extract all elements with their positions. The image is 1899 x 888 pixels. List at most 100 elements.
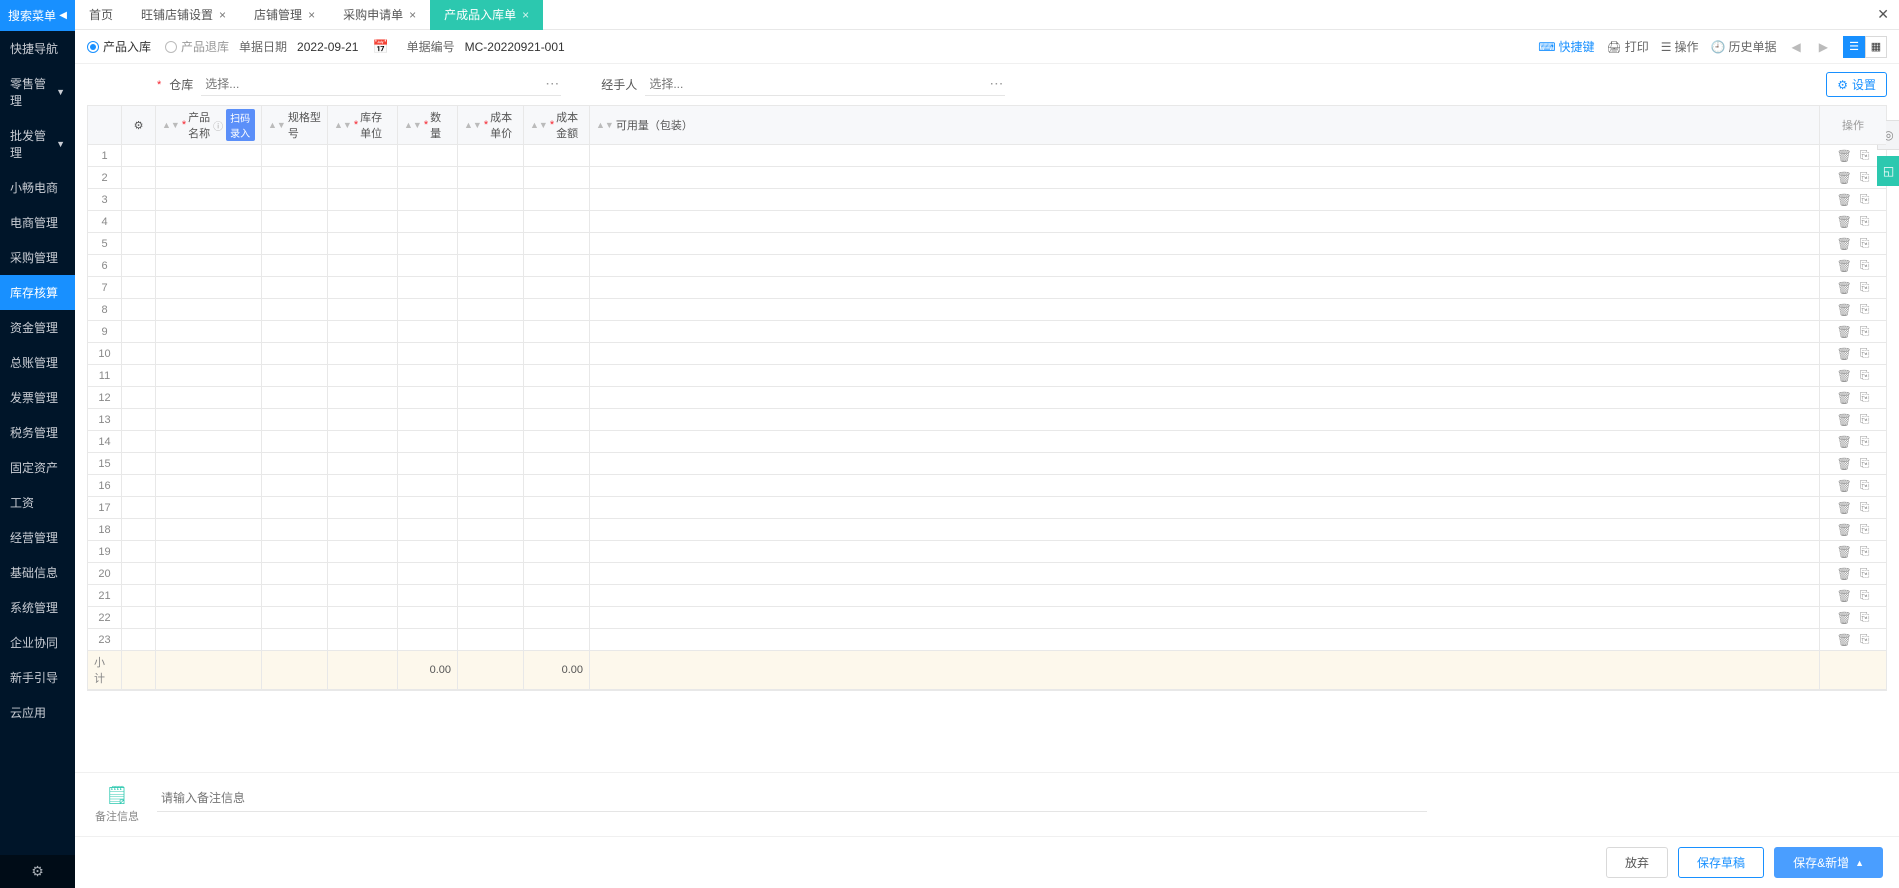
save-draft-button[interactable]: 保存草稿	[1678, 847, 1764, 878]
copy-icon[interactable]: ⎘	[1860, 434, 1870, 449]
settings-button[interactable]: ⚙ 设置	[1826, 72, 1887, 97]
table-row[interactable]: 21🗑⎘	[88, 585, 1886, 607]
prev-doc[interactable]: ◀	[1789, 40, 1804, 54]
col-spec[interactable]: ▲▼规格型号	[262, 106, 328, 144]
tab-3[interactable]: 采购申请单×	[329, 0, 430, 30]
sidebar-item-4[interactable]: 电商管理	[0, 205, 75, 240]
delete-icon[interactable]: 🗑	[1837, 149, 1852, 163]
delete-icon[interactable]: 🗑	[1837, 391, 1852, 405]
col-amount[interactable]: ▲▼*成本金额	[524, 106, 590, 144]
copy-icon[interactable]: ⎘	[1860, 566, 1870, 581]
copy-icon[interactable]: ⎘	[1860, 390, 1870, 405]
copy-icon[interactable]: ⎘	[1860, 148, 1870, 163]
sidebar-item-9[interactable]: 发票管理	[0, 380, 75, 415]
sidebar-item-1[interactable]: 零售管理▼	[0, 66, 75, 118]
next-doc[interactable]: ▶	[1816, 40, 1831, 54]
date-value[interactable]: 2022-09-21	[297, 40, 358, 54]
delete-icon[interactable]: 🗑	[1837, 435, 1852, 449]
table-row[interactable]: 16🗑⎘	[88, 475, 1886, 497]
sidebar-item-7[interactable]: 资金管理	[0, 310, 75, 345]
copy-icon[interactable]: ⎘	[1860, 456, 1870, 471]
collapse-icon[interactable]: ◀	[59, 10, 67, 21]
close-icon[interactable]: ×	[522, 8, 529, 22]
copy-icon[interactable]: ⎘	[1860, 368, 1870, 383]
copy-icon[interactable]: ⎘	[1860, 170, 1870, 185]
delete-icon[interactable]: 🗑	[1837, 369, 1852, 383]
copy-icon[interactable]: ⎘	[1860, 302, 1870, 317]
sort-icon[interactable]: ▲▼	[162, 123, 180, 128]
print-link[interactable]: 🖨打印	[1607, 38, 1649, 55]
ellipsis-icon[interactable]: ⋯	[989, 75, 1003, 92]
sidebar-item-16[interactable]: 企业协同	[0, 625, 75, 660]
col-unit[interactable]: ▲▼*库存单位	[328, 106, 398, 144]
sidebar-item-5[interactable]: 采购管理	[0, 240, 75, 275]
table-row[interactable]: 17🗑⎘	[88, 497, 1886, 519]
delete-icon[interactable]: 🗑	[1837, 193, 1852, 207]
sidebar-item-13[interactable]: 经营管理	[0, 520, 75, 555]
close-all-tabs[interactable]: ✕	[1867, 6, 1899, 23]
remarks-input[interactable]	[157, 785, 1427, 812]
tab-4[interactable]: 产成品入库单×	[430, 0, 543, 30]
delete-icon[interactable]: 🗑	[1837, 611, 1852, 625]
tab-2[interactable]: 店铺管理×	[240, 0, 329, 30]
calendar-icon[interactable]: 📅	[372, 39, 388, 55]
handler-input[interactable]	[645, 73, 1005, 96]
sidebar-item-14[interactable]: 基础信息	[0, 555, 75, 590]
operate-link[interactable]: ☰操作	[1661, 38, 1699, 55]
table-row[interactable]: 10🗑⎘	[88, 343, 1886, 365]
copy-icon[interactable]: ⎘	[1860, 522, 1870, 537]
copy-icon[interactable]: ⎘	[1860, 588, 1870, 603]
info-icon[interactable]: ⓘ	[213, 118, 223, 133]
view-list[interactable]: ☰	[1843, 36, 1865, 58]
delete-icon[interactable]: 🗑	[1837, 303, 1852, 317]
copy-icon[interactable]: ⎘	[1860, 236, 1870, 251]
table-row[interactable]: 9🗑⎘	[88, 321, 1886, 343]
discard-button[interactable]: 放弃	[1606, 847, 1668, 878]
tab-0[interactable]: 首页	[75, 0, 127, 30]
table-row[interactable]: 20🗑⎘	[88, 563, 1886, 585]
radio-product-return[interactable]: 产品退库	[165, 38, 229, 55]
delete-icon[interactable]: 🗑	[1837, 457, 1852, 471]
delete-icon[interactable]: 🗑	[1837, 633, 1852, 647]
delete-icon[interactable]: 🗑	[1837, 215, 1852, 229]
col-config[interactable]: ⚙	[122, 106, 156, 144]
copy-icon[interactable]: ⎘	[1860, 346, 1870, 361]
table-row[interactable]: 12🗑⎘	[88, 387, 1886, 409]
delete-icon[interactable]: 🗑	[1837, 347, 1852, 361]
sidebar-item-17[interactable]: 新手引导	[0, 660, 75, 695]
col-product-name[interactable]: ▲▼ *产品名称ⓘ 扫码录入	[156, 106, 262, 144]
delete-icon[interactable]: 🗑	[1837, 523, 1852, 537]
copy-icon[interactable]: ⎘	[1860, 544, 1870, 559]
table-row[interactable]: 5🗑⎘	[88, 233, 1886, 255]
copy-icon[interactable]: ⎘	[1860, 324, 1870, 339]
table-row[interactable]: 2🗑⎘	[88, 167, 1886, 189]
delete-icon[interactable]: 🗑	[1837, 281, 1852, 295]
delete-icon[interactable]: 🗑	[1837, 501, 1852, 515]
copy-icon[interactable]: ⎘	[1860, 632, 1870, 647]
table-row[interactable]: 8🗑⎘	[88, 299, 1886, 321]
sidebar-item-15[interactable]: 系统管理	[0, 590, 75, 625]
copy-icon[interactable]: ⎘	[1860, 258, 1870, 273]
delete-icon[interactable]: 🗑	[1837, 479, 1852, 493]
table-row[interactable]: 19🗑⎘	[88, 541, 1886, 563]
table-row[interactable]: 1🗑⎘	[88, 145, 1886, 167]
table-row[interactable]: 11🗑⎘	[88, 365, 1886, 387]
sidebar-item-8[interactable]: 总账管理	[0, 345, 75, 380]
dock-item-2[interactable]: ◱	[1877, 156, 1899, 186]
close-icon[interactable]: ×	[409, 8, 416, 22]
table-row[interactable]: 14🗑⎘	[88, 431, 1886, 453]
sidebar-item-6[interactable]: 库存核算	[0, 275, 75, 310]
col-qty[interactable]: ▲▼*数量	[398, 106, 458, 144]
table-row[interactable]: 23🗑⎘	[88, 629, 1886, 651]
sidebar-item-3[interactable]: 小畅电商	[0, 170, 75, 205]
copy-icon[interactable]: ⎘	[1860, 214, 1870, 229]
copy-icon[interactable]: ⎘	[1860, 478, 1870, 493]
sidebar-item-2[interactable]: 批发管理▼	[0, 118, 75, 170]
view-grid[interactable]: ▦	[1865, 36, 1887, 58]
table-row[interactable]: 4🗑⎘	[88, 211, 1886, 233]
delete-icon[interactable]: 🗑	[1837, 545, 1852, 559]
delete-icon[interactable]: 🗑	[1837, 589, 1852, 603]
delete-icon[interactable]: 🗑	[1837, 259, 1852, 273]
sidebar-search[interactable]: 搜索菜单 ◀	[0, 0, 75, 31]
copy-icon[interactable]: ⎘	[1860, 280, 1870, 295]
